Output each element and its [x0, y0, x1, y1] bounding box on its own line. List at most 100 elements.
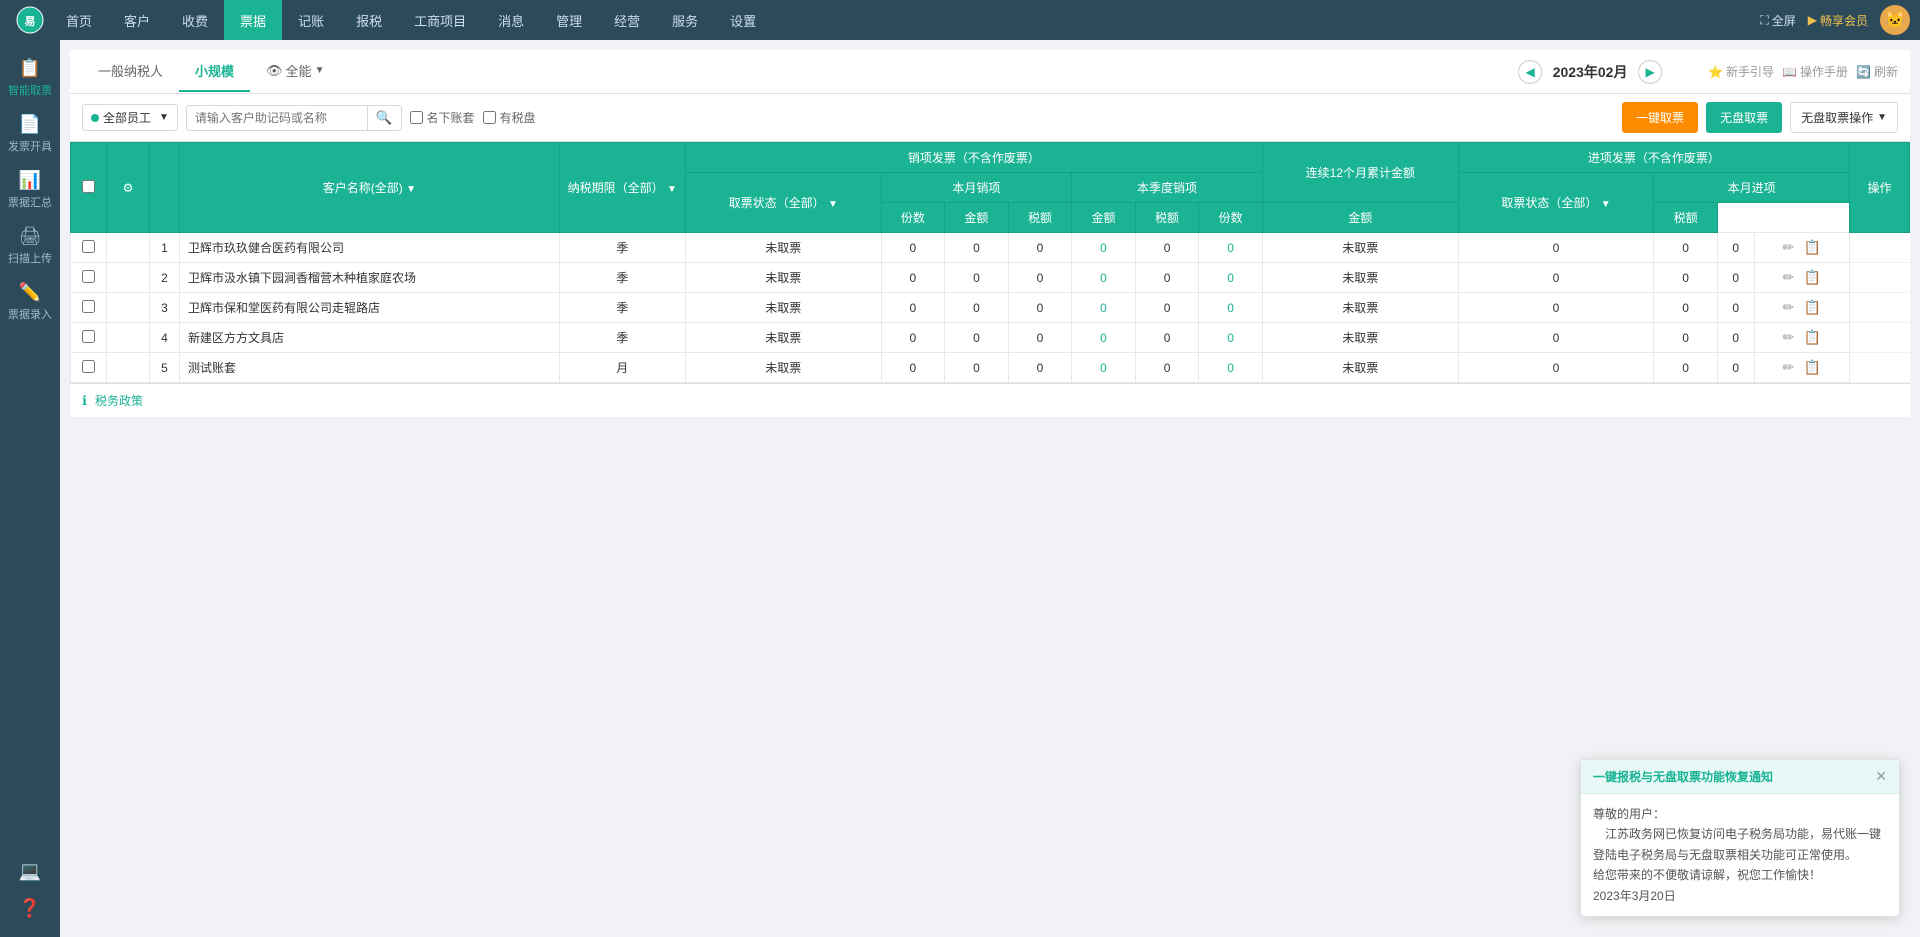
row-index: 1 [150, 233, 180, 263]
th-operation: 操作 [1850, 143, 1910, 233]
period-nav-group: ◀ 2023年02月 ▶ ⭐ 新手引导 📖 操作手册 🔄 刷新 [1518, 60, 1898, 84]
sidebar-item-invoice-summary[interactable]: 📊 票据汇总 [0, 162, 60, 218]
row-purchase-status: 未取票 [1262, 263, 1458, 293]
search-button[interactable]: 🔍 [367, 106, 401, 130]
view-btn[interactable]: 📋 [1801, 239, 1824, 256]
row-purchase-amount: 0 [1654, 353, 1718, 383]
sidebar-bottom: 💻 ❓ [0, 853, 60, 937]
nav-operation[interactable]: 经营 [598, 0, 656, 40]
refresh-link[interactable]: 🔄 刷新 [1856, 63, 1898, 80]
tab-general-taxpayer[interactable]: 一般纳税人 [82, 52, 179, 92]
row-checkbox[interactable] [71, 293, 107, 323]
notif-close-btn[interactable]: ✕ [1875, 768, 1887, 785]
no-disk-ops-btn[interactable]: 无盘取票操作 ▼ [1790, 102, 1898, 133]
row-checkbox[interactable] [71, 263, 107, 293]
nav-invoice[interactable]: 票据 [224, 0, 282, 40]
edit-btn[interactable]: ✏ [1780, 359, 1798, 376]
row-quarterly-tax: 0 [1135, 233, 1199, 263]
sales-status-filter-icon[interactable]: ▼ [828, 199, 838, 210]
name-account-checkbox-label[interactable]: 名下账套 [410, 109, 475, 126]
user-avatar[interactable]: 🐱 [1880, 5, 1910, 35]
table-row: 5 测试账套 月 未取票 0 0 0 0 0 0 未取票 0 0 0 ✏ 📋 [71, 353, 1910, 383]
row-name: 新建区方方文具店 [180, 323, 560, 353]
guide-icon: ⭐ [1708, 65, 1723, 79]
row-purchase-tax: 0 [1717, 263, 1754, 293]
nav-home[interactable]: 首页 [50, 0, 108, 40]
edit-btn[interactable]: ✏ [1780, 329, 1798, 346]
th-name: 客户名称(全部) ▼ [180, 143, 560, 233]
has-tax-plate-checkbox[interactable] [483, 111, 496, 124]
edit-btn[interactable]: ✏ [1780, 239, 1798, 256]
row-checkbox[interactable] [71, 353, 107, 383]
logo[interactable]: 易 [10, 0, 50, 40]
view-btn[interactable]: 📋 [1801, 269, 1824, 286]
next-period-btn[interactable]: ▶ [1638, 60, 1662, 84]
row-sales-status: 未取票 [685, 353, 881, 383]
name-account-checkbox[interactable] [410, 111, 423, 124]
row-purchase-status: 未取票 [1262, 293, 1458, 323]
th-monthly-sales-tax: 税额 [1008, 203, 1072, 233]
invoice-entry-icon: ✏️ [19, 282, 41, 303]
name-filter-icon[interactable]: ▼ [406, 184, 416, 195]
row-purchase-count: 0 [1458, 263, 1654, 293]
computer-icon: 💻 [19, 861, 41, 882]
sidebar-item-invoice-entry[interactable]: ✏️ 票据录入 [0, 274, 60, 330]
dropdown-icon: ▼ [315, 65, 325, 76]
nav-customer[interactable]: 客户 [108, 0, 166, 40]
sidebar-item-scan-upload[interactable]: 🖨 扫描上传 [0, 218, 60, 274]
tab-all[interactable]: 👁 全能 ▼ [250, 52, 340, 92]
notif-body: 尊敬的用户： 江苏政务网已恢复访问电子税务局功能，易代账一键登陆电子税务局与无盘… [1581, 794, 1899, 916]
has-tax-plate-checkbox-label[interactable]: 有税盘 [483, 109, 536, 126]
row-quarterly-amount: 0 [1072, 233, 1136, 263]
row-checkbox[interactable] [71, 233, 107, 263]
row-cumulative: 0 [1199, 263, 1263, 293]
one-click-btn[interactable]: 一键取票 [1622, 102, 1698, 133]
nav-items: 首页 客户 收费 票据 记账 报税 工商项目 消息 管理 经营 服务 设置 [50, 0, 1760, 40]
nav-message[interactable]: 消息 [482, 0, 540, 40]
manual-link[interactable]: 📖 操作手册 [1782, 63, 1848, 80]
row-sales-status: 未取票 [685, 323, 881, 353]
nav-fee[interactable]: 收费 [166, 0, 224, 40]
view-btn[interactable]: 📋 [1801, 359, 1824, 376]
row-purchase-amount: 0 [1654, 293, 1718, 323]
sidebar-item-computer[interactable]: 💻 [0, 853, 60, 890]
nav-business[interactable]: 工商项目 [398, 0, 482, 40]
no-disk-btn[interactable]: 无盘取票 [1706, 102, 1782, 133]
edit-btn[interactable]: ✏ [1780, 269, 1798, 286]
nav-settings[interactable]: 设置 [714, 0, 772, 40]
purchase-status-filter-icon[interactable]: ▼ [1601, 199, 1611, 210]
member-btn[interactable]: ▶ 畅享会员 [1808, 12, 1868, 29]
select-all-checkbox[interactable] [82, 180, 95, 193]
table-row: 2 卫辉市汲水镇下园涧香榴营木种植家庭农场 季 未取票 0 0 0 0 0 0 … [71, 263, 1910, 293]
row-monthly-count: 0 [881, 353, 945, 383]
table-row: 4 新建区方方文具店 季 未取票 0 0 0 0 0 0 未取票 0 0 0 ✏… [71, 323, 1910, 353]
prev-period-btn[interactable]: ◀ [1518, 60, 1542, 84]
view-btn[interactable]: 📋 [1801, 329, 1824, 346]
th-monthly-sales-amount: 金额 [945, 203, 1009, 233]
tax-policy-link[interactable]: 税务政策 [95, 392, 143, 409]
tab-small-scale[interactable]: 小规模 [179, 52, 250, 92]
row-checkbox[interactable] [71, 323, 107, 353]
fullscreen-btn[interactable]: ⛶ 全屏 [1760, 12, 1795, 29]
nav-service[interactable]: 服务 [656, 0, 714, 40]
nav-bookkeeping[interactable]: 记账 [282, 0, 340, 40]
row-purchase-status: 未取票 [1262, 323, 1458, 353]
row-name: 卫辉市保和堂医药有限公司走辊路店 [180, 293, 560, 323]
tax-period-filter-icon[interactable]: ▼ [667, 184, 677, 195]
sidebar-item-invoice-issue[interactable]: 📄 发票开具 [0, 106, 60, 162]
guide-link[interactable]: ⭐ 新手引导 [1708, 63, 1774, 80]
row-settings [107, 233, 150, 263]
settings-icon[interactable]: ⚙ [123, 181, 134, 195]
nav-manage[interactable]: 管理 [540, 0, 598, 40]
view-btn[interactable]: 📋 [1801, 299, 1824, 316]
sidebar-item-smart-take[interactable]: 📋 智能取票 [0, 50, 60, 106]
employee-select[interactable]: 全部员工 ▼ [82, 104, 178, 131]
notif-title: 一键报税与无盘取票功能恢复通知 [1593, 768, 1773, 785]
row-sales-status: 未取票 [685, 263, 881, 293]
search-input[interactable] [187, 107, 367, 129]
edit-btn[interactable]: ✏ [1780, 299, 1798, 316]
th-checkbox [71, 143, 107, 233]
sidebar-item-help[interactable]: ❓ [0, 890, 60, 927]
nav-tax[interactable]: 报税 [340, 0, 398, 40]
invoice-table-wrap: ⚙ 客户名称(全部) ▼ 纳税期限（全部） ▼ 销项发票（不含作废票） 连续12… [70, 142, 1910, 383]
